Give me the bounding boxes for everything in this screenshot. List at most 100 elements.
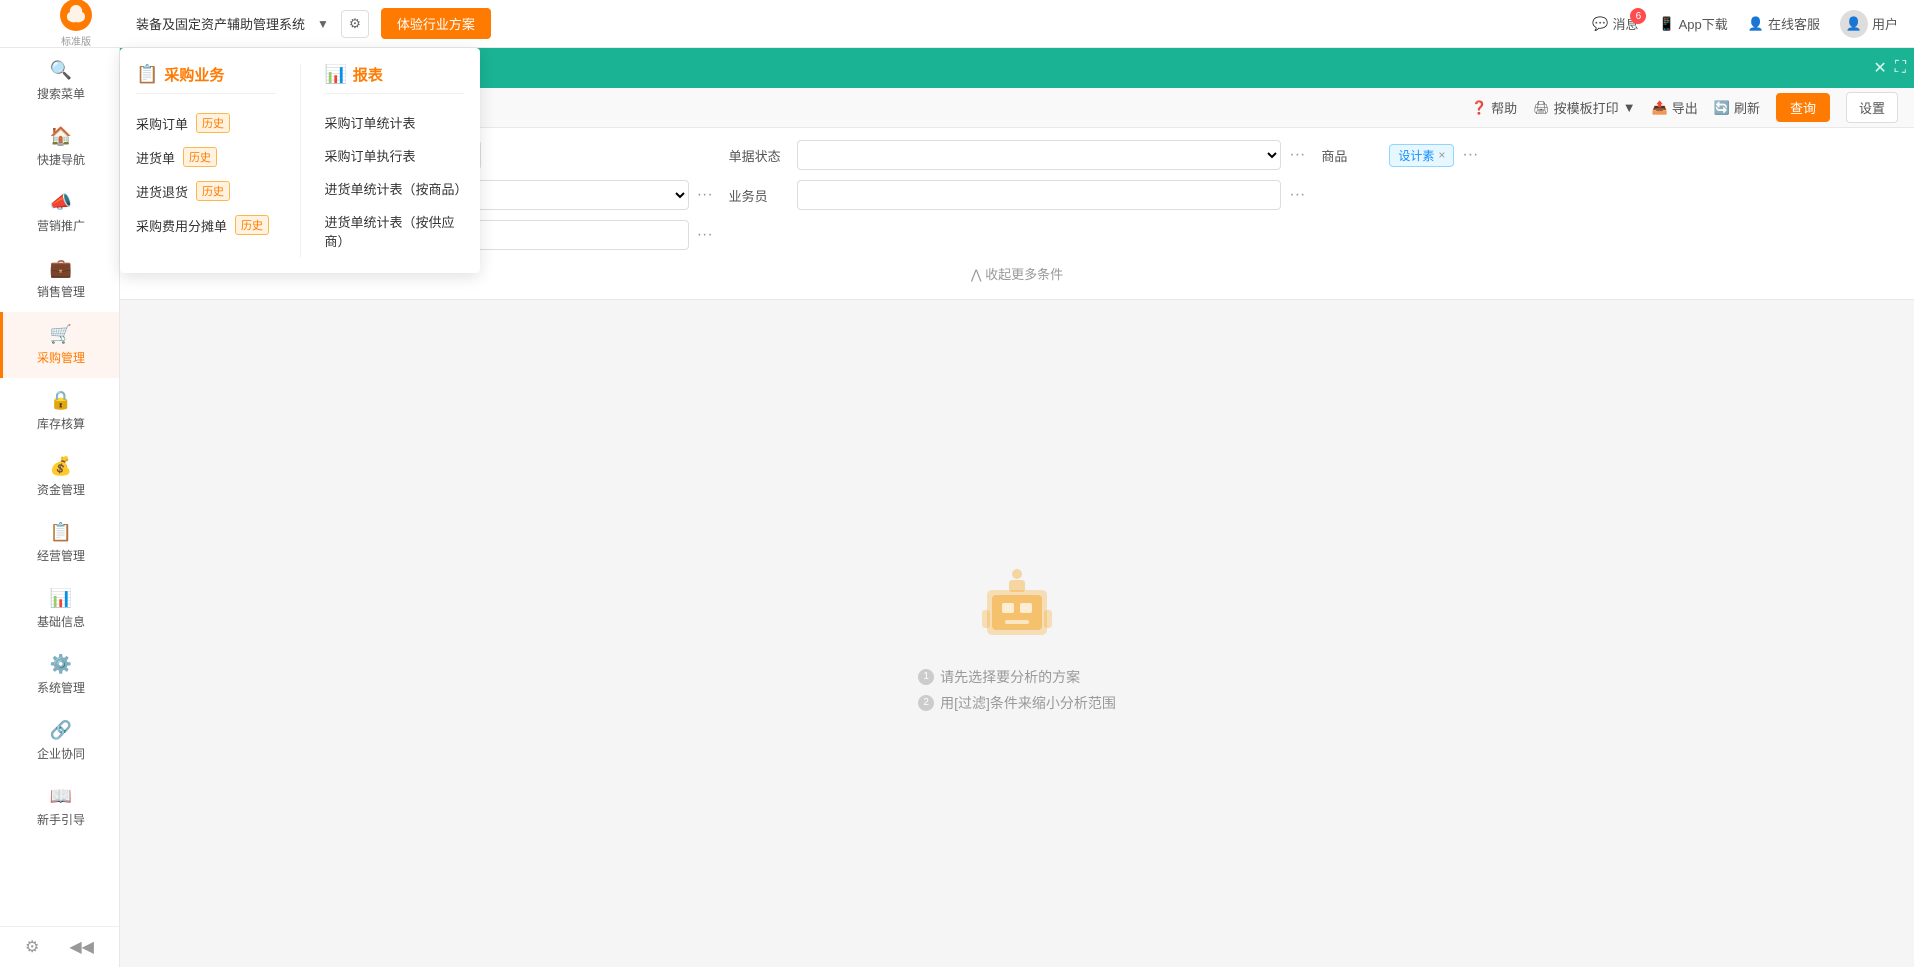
refresh-btn[interactable]: 🔄 刷新 [1714,98,1760,117]
system-title: 装备及固定资产辅助管理系统 [136,14,305,33]
customer-more-btn[interactable]: ··· [697,226,713,244]
menu-item-goods-stat-by-supplier[interactable]: 进货单统计表（按供应商） [325,205,465,257]
salesperson-more-btn[interactable]: ··· [1289,186,1305,204]
menu-item-purchase-order-stat[interactable]: 采购订单统计表 [325,106,465,139]
system-dropdown-btn[interactable]: ▼ [317,17,329,31]
sidebar-item-purchase[interactable]: 🛒 采购管理 [0,312,119,378]
message-badge: 6 [1630,8,1646,24]
tab-fullscreen-btn[interactable]: ⛶ [1895,59,1906,77]
sidebar: 🔍 搜索菜单 🏠 快捷导航 📣 营销推广 💼 销售管理 🛒 采购管理 🔒 库存核… [0,48,120,967]
online-service-btn[interactable]: 👤 在线客服 [1748,14,1820,33]
settings-btn[interactable]: 设置 [1846,92,1898,123]
tab-bar-right: ✕ ⛶ [1873,58,1906,78]
empty-tips: 1 请先选择要分析的方案 2 用[过滤]条件来缩小分析范围 [918,667,1116,713]
history-tag-1: 历史 [196,113,230,133]
menu-column-report-title: 📊 报表 [325,64,465,94]
purchase-icon: 🛒 [50,324,72,345]
sidebar-item-operations[interactable]: 📋 经营管理 [0,510,119,576]
goods-label: 商品 [1321,146,1381,165]
enterprise-icon: 🔗 [50,720,72,741]
operations-icon: 📋 [50,522,72,543]
menu-item-goods-return[interactable]: 进货退货 历史 [136,174,276,208]
goods-tag: 设计素 × [1389,144,1454,167]
menu-item-purchase-order[interactable]: 采购订单 历史 [136,106,276,140]
export-btn[interactable]: 📤 导出 [1652,98,1698,117]
salesperson-label: 业务员 [729,186,789,205]
sidebar-item-label: 新手引导 [37,811,85,828]
sidebar-item-label: 快捷导航 [37,151,85,168]
home-icon: 🏠 [50,126,72,147]
inventory-icon: 🔒 [50,390,72,411]
menu-item-purchase-order-exec[interactable]: 采购订单执行表 [325,139,465,172]
history-tag-4: 历史 [235,215,269,235]
sidebar-item-marketing[interactable]: 📣 营销推广 [0,180,119,246]
header-right: 💬 消息 6 📱 App下载 👤 在线客服 👤 用户 [1592,10,1898,38]
sidebar-item-label: 采购管理 [37,349,85,366]
report-menu-icon: 📊 [325,64,347,85]
sidebar-item-label: 经营管理 [37,547,85,564]
history-tag-2: 历史 [183,147,217,167]
user-btn[interactable]: 👤 用户 [1840,10,1898,38]
sidebar-item-guide[interactable]: 📖 新手引导 [0,774,119,840]
help-icon: ❓ [1471,100,1487,116]
sidebar-item-quick-nav[interactable]: 🏠 快捷导航 [0,114,119,180]
menu-column-purchase: 📋 采购业务 采购订单 历史 进货单 历史 进货退货 历史 采购费用分摊单 历史 [136,64,276,257]
menu-column-purchase-title: 📋 采购业务 [136,64,276,94]
sidebar-item-enterprise[interactable]: 🔗 企业协同 [0,708,119,774]
export-icon: 📤 [1652,100,1668,116]
sidebar-item-inventory[interactable]: 🔒 库存核算 [0,378,119,444]
template-print-btn[interactable]: 🖨 按模板打印 ▼ [1533,98,1635,117]
menu-item-purchase-expense[interactable]: 采购费用分摊单 历史 [136,208,276,242]
tip-num-2: 2 [918,695,934,711]
sidebar-settings-btn[interactable]: ⚙ [25,937,39,957]
goods-tag-close[interactable]: × [1438,148,1445,162]
collapse-btn[interactable]: ⋀ 收起更多条件 [971,264,1063,283]
sidebar-item-label: 库存核算 [37,415,85,432]
sidebar-item-label: 基础信息 [37,613,85,630]
phone-icon: 📱 [1658,16,1674,32]
sidebar-item-sales[interactable]: 💼 销售管理 [0,246,119,312]
sidebar-item-search[interactable]: 🔍 搜索菜单 [0,48,119,114]
main-content: 1 请先选择要分析的方案 2 用[过滤]条件来缩小分析范围 [120,300,1914,967]
app-download-btn[interactable]: 📱 App下载 [1658,14,1727,33]
voucher-status-select[interactable] [797,140,1282,170]
menu-item-goods-stat-by-product[interactable]: 进货单统计表（按商品） [325,172,465,205]
menu-column-report: 📊 报表 采购订单统计表 采购订单执行表 进货单统计表（按商品） 进货单统计表（… [325,64,465,257]
rank-more-btn[interactable]: ··· [697,186,713,204]
logo-subtitle: 标准版 [61,33,91,48]
sales-icon: 💼 [50,258,72,279]
sidebar-bottom: ⚙ ◀◀ [0,926,119,967]
header-middle: 装备及固定资产辅助管理系统 ▼ ⚙ 体验行业方案 [136,8,1592,39]
empty-tip-1: 1 请先选择要分析的方案 [918,667,1116,687]
purchase-dropdown-menu: 📋 采购业务 采购订单 历史 进货单 历史 进货退货 历史 采购费用分摊单 历史… [120,48,480,273]
collapse-up-icon: ⋀ [971,267,985,282]
tab-close-all-btn[interactable]: ✕ [1873,58,1886,78]
salesperson-filter: 业务员 ··· [729,180,1306,210]
service-icon: 👤 [1748,16,1764,32]
sidebar-item-label: 企业协同 [37,745,85,762]
sidebar-item-finance[interactable]: 💰 资金管理 [0,444,119,510]
query-btn[interactable]: 查询 [1776,93,1830,122]
top-header: 标准版 装备及固定资产辅助管理系统 ▼ ⚙ 体验行业方案 💬 消息 6 📱 Ap… [0,0,1914,48]
message-btn[interactable]: 💬 消息 6 [1592,14,1638,33]
sidebar-item-system[interactable]: ⚙️ 系统管理 [0,642,119,708]
header-settings-btn[interactable]: ⚙ [341,10,369,38]
sidebar-item-label: 营销推广 [37,217,85,234]
goods-more-btn[interactable]: ··· [1462,146,1478,164]
history-tag-3: 历史 [196,181,230,201]
menu-item-goods-receipt[interactable]: 进货单 历史 [136,140,276,174]
voucher-status-more-btn[interactable]: ··· [1289,146,1305,164]
sidebar-item-basic-info[interactable]: 📊 基础信息 [0,576,119,642]
goods-filter: 商品 设计素 × ··· [1321,144,1898,167]
help-btn[interactable]: ❓ 帮助 [1471,98,1517,117]
refresh-icon: 🔄 [1714,100,1730,116]
industry-btn[interactable]: 体验行业方案 [381,8,491,39]
message-icon: 💬 [1592,16,1608,32]
marketing-icon: 📣 [50,192,72,213]
salesperson-input[interactable] [797,180,1282,210]
tip-num-1: 1 [918,669,934,685]
sidebar-collapse-btn[interactable]: ◀◀ [69,937,94,957]
sidebar-item-label: 资金管理 [37,481,85,498]
guide-icon: 📖 [50,786,72,807]
empty-tip-2: 2 用[过滤]条件来缩小分析范围 [918,693,1116,713]
